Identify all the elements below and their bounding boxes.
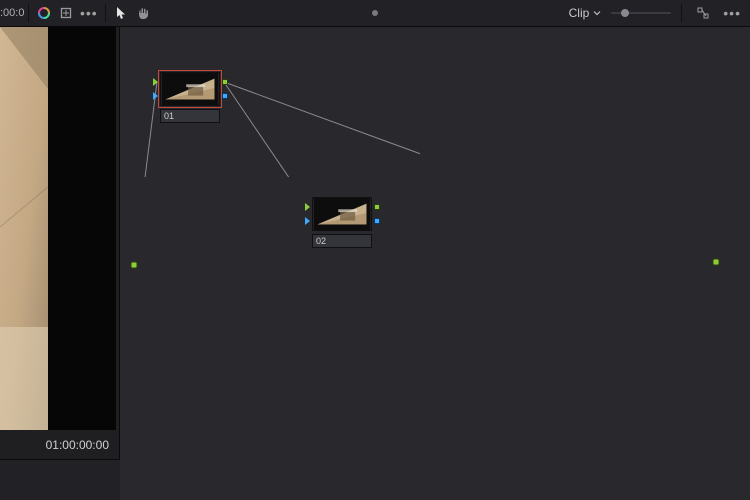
graph-source-port[interactable] (131, 262, 138, 269)
separator (681, 4, 682, 22)
node-options-icon[interactable] (692, 2, 714, 24)
color-wheel-icon[interactable] (33, 2, 55, 24)
viewer-black-bar (48, 27, 116, 430)
node-graph[interactable]: 01 02 (120, 27, 750, 500)
edge (224, 82, 309, 177)
viewer-timecode: 01:00:00:00 (46, 438, 109, 452)
node-label: 01 (160, 109, 220, 123)
clip-mode-label: Clip (569, 6, 590, 20)
node-rgb-input[interactable] (305, 203, 310, 211)
node-alpha-output[interactable] (374, 218, 380, 224)
hand-tool-icon[interactable] (132, 2, 154, 24)
node-thumbnail (312, 197, 372, 231)
color-node-01[interactable]: 01 (160, 72, 220, 123)
toolbar-timecode: :00:00 (0, 7, 24, 19)
separator (105, 4, 106, 22)
pointer-tool-icon[interactable] (110, 2, 132, 24)
center-marker-icon (372, 10, 378, 16)
highlight-icon[interactable] (55, 2, 77, 24)
node-thumbnail (160, 72, 220, 106)
node-rgb-output[interactable] (222, 79, 228, 85)
zoom-slider[interactable] (611, 12, 671, 14)
node-label: 02 (312, 234, 372, 248)
viewer-timecode-row: 01:00:00:00 (0, 430, 119, 460)
color-node-02[interactable]: 02 (312, 197, 372, 248)
graph-dest-port[interactable] (713, 259, 720, 266)
edge (224, 82, 420, 177)
node-alpha-input[interactable] (305, 217, 310, 225)
clip-mode-dropdown[interactable]: Clip (565, 4, 606, 22)
node-rgb-input[interactable] (153, 78, 158, 86)
viewer-panel: 01:00:00:00 (0, 27, 120, 460)
node-rgb-output[interactable] (374, 204, 380, 210)
toolbar-more-left[interactable]: ••• (77, 6, 101, 20)
zoom-slider-thumb[interactable] (621, 9, 629, 17)
node-alpha-input[interactable] (153, 92, 158, 100)
viewer-image (0, 27, 48, 430)
node-alpha-output[interactable] (222, 93, 228, 99)
toolbar-more-right[interactable]: ••• (720, 6, 744, 20)
chevron-down-icon (593, 9, 601, 17)
separator (28, 4, 29, 22)
top-toolbar: :00:00 ••• Clip (0, 0, 750, 27)
